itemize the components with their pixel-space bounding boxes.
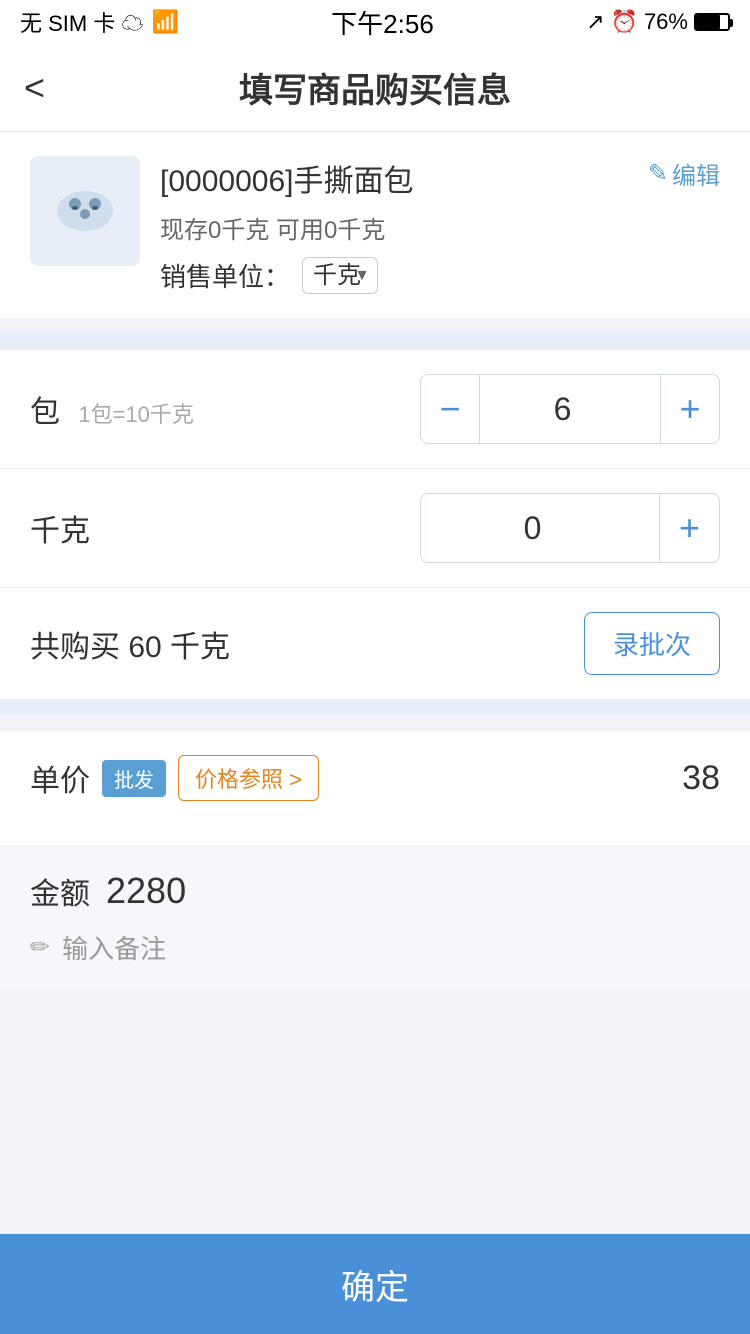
nav-bar: < 填写商品购买信息 [0, 44, 750, 132]
product-card: [0000006]手撕面包 ✎ 编辑 现存0千克 可用0千克 销售单位： 千克 [0, 132, 750, 318]
edit-icon: ✎ [648, 159, 668, 188]
product-thumbnail [30, 156, 140, 266]
price-left: 单价 批发 价格参照 > [30, 755, 319, 801]
price-row: 单价 批发 价格参照 > 38 [30, 755, 720, 801]
wifi-icon: 📶 [151, 9, 178, 35]
unit-select[interactable]: 千克 [302, 257, 378, 294]
product-unit-row: 销售单位： 千克 [160, 257, 720, 294]
total-row: 共购买 60 千克 录批次 [0, 588, 750, 699]
alarm-icon: ⏰ [611, 9, 638, 35]
battery-percent: 76% [644, 9, 688, 35]
location-icon: ↗ [586, 9, 604, 35]
status-left: 无 SIM 卡 ☁ 📶 [20, 6, 179, 38]
unit-label: 销售单位： [160, 257, 290, 294]
page-title: 填写商品购买信息 [239, 63, 511, 112]
unit-select-wrap[interactable]: 千克 [302, 257, 378, 294]
bao-minus-button[interactable]: − [420, 374, 480, 444]
product-name: [0000006]手撕面包 [160, 156, 413, 200]
pencil-icon: ✏ [30, 933, 50, 962]
kg-label: 千克 [30, 506, 420, 550]
bao-hint: 1包=10千克 [78, 402, 194, 427]
kg-control: + [420, 493, 720, 563]
price-value: 38 [682, 759, 720, 798]
kg-row: 千克 + [0, 469, 750, 588]
status-bar: 无 SIM 卡 ☁ 📶 下午2:56 ↗ ⏰ 76% [0, 0, 750, 44]
batch-button[interactable]: 录批次 [584, 612, 720, 675]
price-label: 单价 [30, 756, 90, 800]
remark-row[interactable]: ✏ 输入备注 [30, 929, 720, 966]
bao-input[interactable] [480, 374, 660, 444]
amount-section: 金额 2280 ✏ 输入备注 [0, 845, 750, 990]
amount-value: 2280 [106, 870, 186, 912]
back-button[interactable]: < [24, 67, 45, 109]
price-tag: 批发 [102, 760, 166, 797]
product-info: [0000006]手撕面包 ✎ 编辑 现存0千克 可用0千克 销售单位： 千克 [160, 156, 720, 294]
bao-row: 包 1包=10千克 − + [0, 350, 750, 469]
remark-placeholder[interactable]: 输入备注 [62, 929, 166, 966]
section-divider-1 [0, 334, 750, 350]
bao-label: 包 1包=10千克 [30, 387, 420, 431]
battery-icon [694, 13, 730, 31]
price-section: 单价 批发 价格参照 > 38 [0, 731, 750, 845]
amount-label: 金额 [30, 869, 90, 913]
kg-input[interactable] [420, 493, 660, 563]
total-label: 共购买 60 千克 [30, 622, 230, 666]
kg-plus-button[interactable]: + [660, 493, 720, 563]
status-time: 下午2:56 [331, 4, 434, 41]
bao-control: − + [420, 374, 720, 444]
edit-link[interactable]: ✎ 编辑 [648, 156, 720, 191]
price-ref-button[interactable]: 价格参照 > [178, 755, 319, 801]
sim-label: 无 SIM 卡 ☁ [20, 6, 143, 38]
edit-label: 编辑 [672, 156, 720, 191]
section-divider-2 [0, 699, 750, 715]
status-right: ↗ ⏰ 76% [586, 9, 730, 35]
product-stock: 现存0千克 可用0千克 [160, 210, 720, 245]
amount-row: 金额 2280 [30, 869, 720, 913]
quantity-section: 包 1包=10千克 − + 千克 + [0, 350, 750, 588]
confirm-button[interactable]: 确定 [0, 1234, 750, 1334]
bao-plus-button[interactable]: + [660, 374, 720, 444]
